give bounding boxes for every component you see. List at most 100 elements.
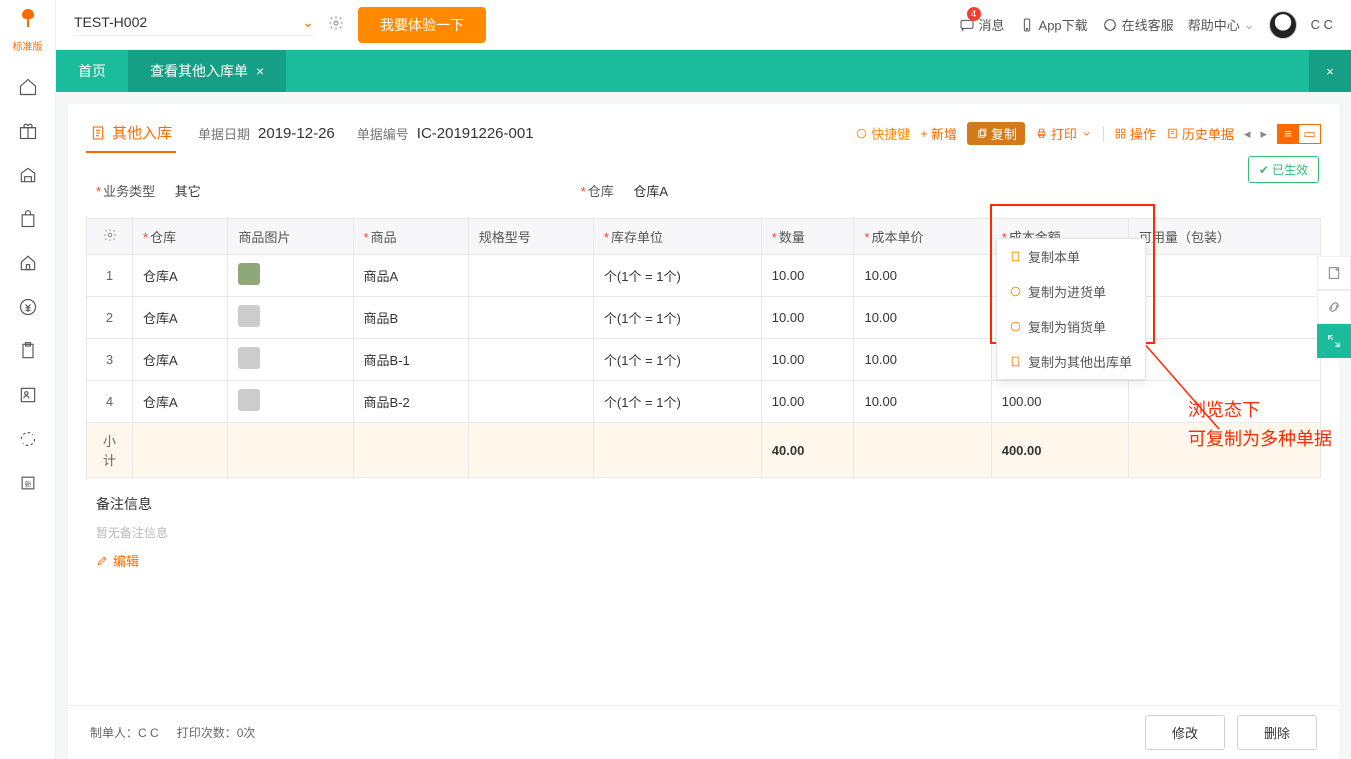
copy-as-purchase[interactable]: 复制为进货单	[997, 274, 1145, 309]
help-label: 帮助中心	[1188, 15, 1240, 34]
copy-this-doc[interactable]: 复制本单	[997, 239, 1145, 274]
col-warehouse: *仓库	[133, 219, 228, 255]
dock-note-icon[interactable]	[1317, 256, 1351, 290]
doc-date-label: 单据日期	[198, 124, 250, 143]
field-warehouse: *仓库 仓库A	[581, 181, 668, 200]
ops-action[interactable]: 操作	[1114, 124, 1156, 143]
doc-type-label: 其他入库	[112, 122, 172, 143]
tab-home[interactable]: 首页	[56, 50, 128, 92]
print-count-value: 0次	[237, 724, 256, 741]
page-tabs: 首页 查看其他入库单 × ×	[56, 50, 1351, 92]
right-dock	[1317, 256, 1351, 358]
doc-date: 单据日期 2019-12-26	[198, 124, 335, 143]
remarks-empty: 暂无备注信息	[96, 524, 1311, 541]
support-link[interactable]: 在线客服	[1102, 15, 1174, 34]
next-page[interactable]: ▸	[1260, 126, 1267, 142]
dock-link-icon[interactable]	[1317, 290, 1351, 324]
view-grid[interactable]: ▭	[1299, 124, 1321, 144]
col-image: 商品图片	[228, 219, 353, 255]
brand-logo	[13, 6, 43, 36]
brand-edition: 标准版	[13, 38, 43, 53]
close-icon[interactable]: ×	[256, 63, 264, 79]
status-text: 已生效	[1272, 161, 1308, 178]
messages-badge: 4	[967, 7, 981, 21]
nav-money-icon[interactable]	[8, 287, 48, 327]
app-download-label: App下载	[1039, 15, 1088, 34]
creator-label: 制单人：	[90, 724, 138, 741]
doc-number-label: 单据编号	[357, 124, 409, 143]
col-price: *成本单价	[854, 219, 991, 255]
check-icon: ✔	[1259, 163, 1269, 177]
app-download-link[interactable]: App下载	[1019, 15, 1088, 34]
status-badge: ✔ 已生效	[1248, 156, 1319, 183]
delete-button[interactable]: 删除	[1237, 715, 1317, 750]
shortcut-label: 快捷键	[871, 124, 910, 143]
chevron-down-icon: ⌄	[1244, 17, 1255, 33]
doc-date-value: 2019-12-26	[258, 125, 335, 142]
settings-gear-icon[interactable]	[328, 15, 344, 34]
copy-outbound-label: 复制为其他出库单	[1028, 352, 1132, 371]
col-settings[interactable]	[87, 219, 133, 255]
doc-number: 单据编号 IC-20191226-001	[357, 124, 534, 143]
view-toggle: ≡ ▭	[1277, 124, 1321, 144]
field-biz-type: *业务类型 其它	[96, 181, 201, 200]
dock-expand-icon[interactable]	[1317, 324, 1351, 358]
divider	[1103, 126, 1104, 142]
print-action[interactable]: 打印	[1035, 124, 1093, 143]
document-footer: 制单人： C C 打印次数： 0次 修改 删除	[68, 705, 1339, 759]
messages-link[interactable]: 消息 4	[959, 15, 1005, 34]
remarks-title: 备注信息	[96, 494, 1311, 514]
print-label: 打印	[1051, 124, 1077, 143]
svg-text:新: 新	[24, 479, 31, 488]
nav-bag-icon[interactable]	[8, 199, 48, 239]
user-avatar[interactable]	[1269, 11, 1297, 39]
prev-page[interactable]: ◂	[1244, 126, 1251, 142]
view-list[interactable]: ≡	[1277, 124, 1299, 144]
edit-remarks-button[interactable]: 编辑	[96, 551, 1311, 570]
annotation-text: 浏览态下 可复制为多种单据	[1188, 396, 1332, 454]
doc-type-tab[interactable]: 其他入库	[86, 114, 176, 153]
col-spec: 规格型号	[468, 219, 593, 255]
history-action[interactable]: 历史单据	[1166, 124, 1234, 143]
org-selector[interactable]: TEST-H002 ⌄	[74, 14, 314, 36]
ops-label: 操作	[1130, 124, 1156, 143]
left-nav-rail: 标准版 新	[0, 0, 56, 759]
nav-new-icon[interactable]: 新	[8, 463, 48, 503]
copy-this-label: 复制本单	[1028, 247, 1080, 266]
tab-view-inbound-label: 查看其他入库单	[150, 61, 248, 81]
nav-home-icon[interactable]	[8, 67, 48, 107]
copy-label: 复制	[991, 124, 1017, 143]
user-name: C C	[1311, 17, 1333, 32]
nav-contact-icon[interactable]	[8, 375, 48, 415]
copy-action[interactable]: 复制	[967, 122, 1025, 145]
warehouse-label: 仓库	[588, 184, 614, 199]
nav-gift-icon[interactable]	[8, 111, 48, 151]
modify-button[interactable]: 修改	[1145, 715, 1225, 750]
shortcut-action[interactable]: 快捷键	[855, 124, 910, 143]
chevron-down-icon: ⌄	[302, 14, 314, 31]
tab-view-inbound[interactable]: 查看其他入库单 ×	[128, 50, 286, 92]
topbar: TEST-H002 ⌄ 我要体验一下 消息 4 App下载 在线客服	[56, 0, 1351, 50]
warehouse-value: 仓库A	[633, 184, 668, 199]
help-link[interactable]: 帮助中心 ⌄	[1188, 15, 1255, 34]
doc-number-value: IC-20191226-001	[417, 125, 534, 142]
messages-label: 消息	[979, 15, 1005, 34]
trial-button[interactable]: 我要体验一下	[358, 7, 486, 43]
col-unit: *库存单位	[593, 219, 761, 255]
close-all-tabs[interactable]: ×	[1309, 50, 1351, 92]
creator-value: C C	[138, 726, 159, 740]
copy-as-sales[interactable]: 复制为销货单	[997, 309, 1145, 344]
org-name: TEST-H002	[74, 14, 147, 30]
add-action[interactable]: +新增	[920, 124, 957, 143]
copy-dropdown: 复制本单 复制为进货单 复制为销货单 复制为其他出库单	[996, 238, 1146, 380]
support-label: 在线客服	[1122, 15, 1174, 34]
add-label: 新增	[931, 124, 957, 143]
col-qty: *数量	[761, 219, 854, 255]
nav-sync-icon[interactable]	[8, 419, 48, 459]
copy-as-outbound[interactable]: 复制为其他出库单	[997, 344, 1145, 379]
nav-house-icon[interactable]	[8, 243, 48, 283]
edit-remarks-label: 编辑	[113, 551, 139, 570]
history-label: 历史单据	[1182, 124, 1234, 143]
nav-clipboard-icon[interactable]	[8, 331, 48, 371]
nav-warehouse-icon[interactable]	[8, 155, 48, 195]
